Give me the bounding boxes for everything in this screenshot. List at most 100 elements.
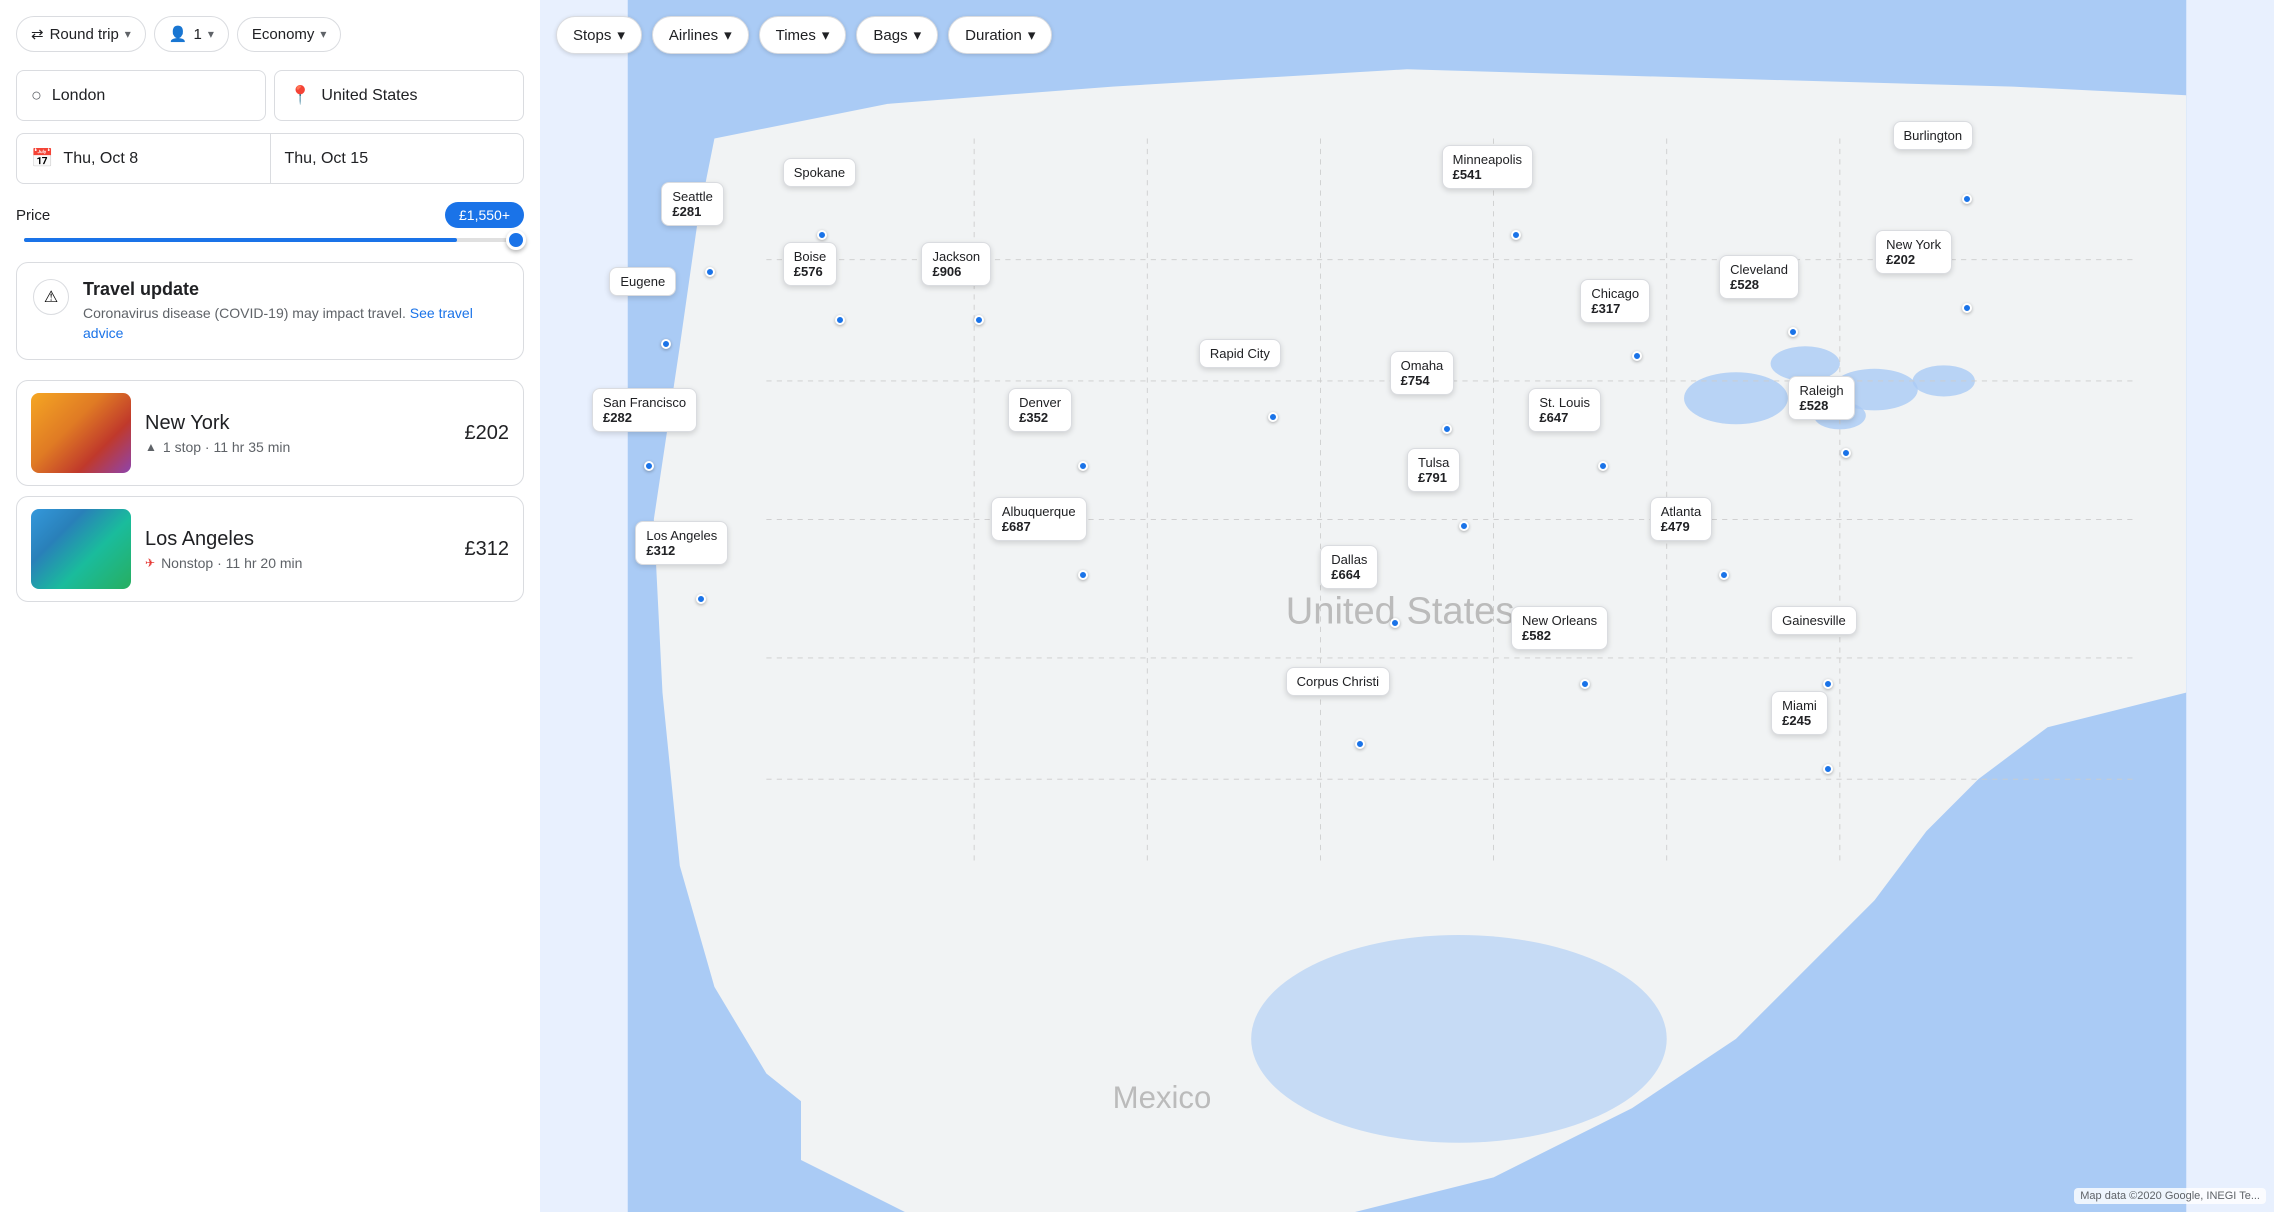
cabin-selector[interactable]: Economy ▾ <box>237 17 342 52</box>
trip-type-label: Round trip <box>50 26 119 43</box>
map-credit: Map data ©2020 Google, INEGI Te... <box>2074 1188 2266 1204</box>
passengers-selector[interactable]: 👤 1 ▾ <box>154 16 229 52</box>
filter-times[interactable]: Times ▾ <box>759 16 847 54</box>
result-city-newyork: New York <box>145 412 451 435</box>
filter-duration-label: Duration <box>965 27 1022 44</box>
origin-icon: ○ <box>31 85 42 106</box>
origin-value: London <box>52 87 105 105</box>
filter-bags-chevron: ▾ <box>914 26 922 44</box>
map-panel: United States Mexico Stops ▾ Airlines ▾ … <box>540 0 2274 1212</box>
alert-icon: ⚠ <box>33 279 69 315</box>
result-price-losangeles: £312 <box>465 538 510 561</box>
price-slider[interactable] <box>24 238 516 242</box>
city-label-burlington[interactable]: Burlington <box>1893 121 1974 150</box>
result-details-losangeles: ✈ Nonstop · 11 hr 20 min <box>145 555 451 571</box>
city-dot-gainesville <box>1823 679 1833 689</box>
result-stops-losangeles: Nonstop · 11 hr 20 min <box>161 555 302 571</box>
city-label-boise[interactable]: Boise £576 <box>783 242 838 286</box>
filter-airlines-chevron: ▾ <box>724 26 732 44</box>
result-card-losangeles[interactable]: Los Angeles ✈ Nonstop · 11 hr 20 min £31… <box>16 496 524 602</box>
city-label-dallas[interactable]: Dallas £664 <box>1320 545 1378 589</box>
city-dot-burlington <box>1962 194 1972 204</box>
city-label-denver[interactable]: Denver £352 <box>1008 388 1072 432</box>
city-label-rapidcity[interactable]: Rapid City <box>1199 339 1281 368</box>
trip-type-selector[interactable]: ⇄ Round trip ▾ <box>16 16 146 52</box>
date-to-field[interactable]: Thu, Oct 15 <box>271 134 524 183</box>
svg-text:United States: United States <box>1286 590 1515 632</box>
city-label-atlanta[interactable]: Atlanta £479 <box>1650 497 1712 541</box>
search-fields: ○ London 📍 United States <box>16 70 524 121</box>
city-label-losangeles[interactable]: Los Angeles £312 <box>635 521 728 565</box>
city-dot-losangeles <box>696 594 706 604</box>
travel-update-card: ⚠ Travel update Coronavirus disease (COV… <box>16 262 524 360</box>
price-label: Price <box>16 207 50 224</box>
result-img-newyork <box>31 393 131 473</box>
passengers-label: 1 <box>194 26 202 43</box>
city-label-newyork[interactable]: New York £202 <box>1875 230 1952 274</box>
filter-duration[interactable]: Duration ▾ <box>948 16 1052 54</box>
filter-airlines-label: Airlines <box>669 27 718 44</box>
passengers-chevron: ▾ <box>208 27 214 41</box>
city-dot-omaha <box>1442 424 1452 434</box>
city-label-raleigh[interactable]: Raleigh £528 <box>1788 376 1854 420</box>
trip-type-chevron: ▾ <box>125 27 131 41</box>
city-label-gainesville[interactable]: Gainesville <box>1771 606 1857 635</box>
city-dot-denver <box>1078 461 1088 471</box>
filter-bags[interactable]: Bags ▾ <box>856 16 938 54</box>
city-dot-jackson <box>974 315 984 325</box>
top-controls: ⇄ Round trip ▾ 👤 1 ▾ Economy ▾ <box>16 16 524 52</box>
city-label-omaha[interactable]: Omaha £754 <box>1390 351 1455 395</box>
update-title: Travel update <box>83 279 507 300</box>
date-fields: 📅 Thu, Oct 8 Thu, Oct 15 <box>16 133 524 184</box>
city-label-cleveland[interactable]: Cleveland £528 <box>1719 255 1799 299</box>
city-label-spokane[interactable]: Spokane <box>783 158 856 187</box>
map-filters: Stops ▾ Airlines ▾ Times ▾ Bags ▾ Durati… <box>556 16 1052 54</box>
city-label-jackson[interactable]: Jackson £906 <box>921 242 991 286</box>
calendar-icon: 📅 <box>31 148 53 169</box>
city-label-albuquerque[interactable]: Albuquerque £687 <box>991 497 1087 541</box>
city-label-minneapolis[interactable]: Minneapolis £541 <box>1442 145 1533 189</box>
destination-icon: 📍 <box>289 85 311 106</box>
city-label-chicago[interactable]: Chicago £317 <box>1580 279 1650 323</box>
cabin-label: Economy <box>252 26 315 43</box>
slider-fill <box>24 238 457 242</box>
result-details-newyork: ▲ 1 stop · 11 hr 35 min <box>145 439 451 455</box>
city-label-corpuschristi[interactable]: Corpus Christi <box>1286 667 1390 696</box>
city-label-neworleans[interactable]: New Orleans £582 <box>1511 606 1608 650</box>
city-label-tulsa[interactable]: Tulsa £791 <box>1407 448 1460 492</box>
city-label-seattle[interactable]: Seattle £281 <box>661 182 723 226</box>
filter-times-label: Times <box>776 27 816 44</box>
city-dot-atlanta <box>1719 570 1729 580</box>
slider-thumb[interactable] <box>506 230 526 250</box>
city-dot-boise <box>835 315 845 325</box>
airline-icon-losangeles: ✈ <box>145 556 155 570</box>
filter-stops[interactable]: Stops ▾ <box>556 16 642 54</box>
city-dot-raleigh <box>1841 448 1851 458</box>
city-label-eugene[interactable]: Eugene <box>609 267 676 296</box>
date-to-value: Thu, Oct 15 <box>285 150 369 168</box>
date-from-field[interactable]: 📅 Thu, Oct 8 <box>17 134 271 183</box>
origin-field[interactable]: ○ London <box>16 70 266 121</box>
airline-icon-newyork: ▲ <box>145 440 157 454</box>
city-label-stlouis[interactable]: St. Louis £647 <box>1528 388 1601 432</box>
destination-value: United States <box>321 87 417 105</box>
city-dot-dallas <box>1390 618 1400 628</box>
update-body: Coronavirus disease (COVID-19) may impac… <box>83 305 406 321</box>
result-card-newyork[interactable]: New York ▲ 1 stop · 11 hr 35 min £202 <box>16 380 524 486</box>
filter-stops-label: Stops <box>573 27 611 44</box>
person-icon: 👤 <box>169 25 188 43</box>
city-label-sanfrancisco[interactable]: San Francisco £282 <box>592 388 697 432</box>
destination-field[interactable]: 📍 United States <box>274 70 524 121</box>
city-dot-sanfrancisco <box>644 461 654 471</box>
svg-text:Mexico: Mexico <box>1113 1080 1212 1115</box>
swap-icon: ⇄ <box>31 25 44 43</box>
price-badge: £1,550+ <box>445 202 524 228</box>
filter-stops-chevron: ▾ <box>617 26 625 44</box>
filter-airlines[interactable]: Airlines ▾ <box>652 16 749 54</box>
left-panel: ⇄ Round trip ▾ 👤 1 ▾ Economy ▾ ○ London … <box>0 0 540 1212</box>
filter-duration-chevron: ▾ <box>1028 26 1036 44</box>
result-img-losangeles <box>31 509 131 589</box>
city-dot-newyork <box>1962 303 1972 313</box>
city-label-miami[interactable]: Miami £245 <box>1771 691 1828 735</box>
price-header: Price £1,550+ <box>16 202 524 228</box>
